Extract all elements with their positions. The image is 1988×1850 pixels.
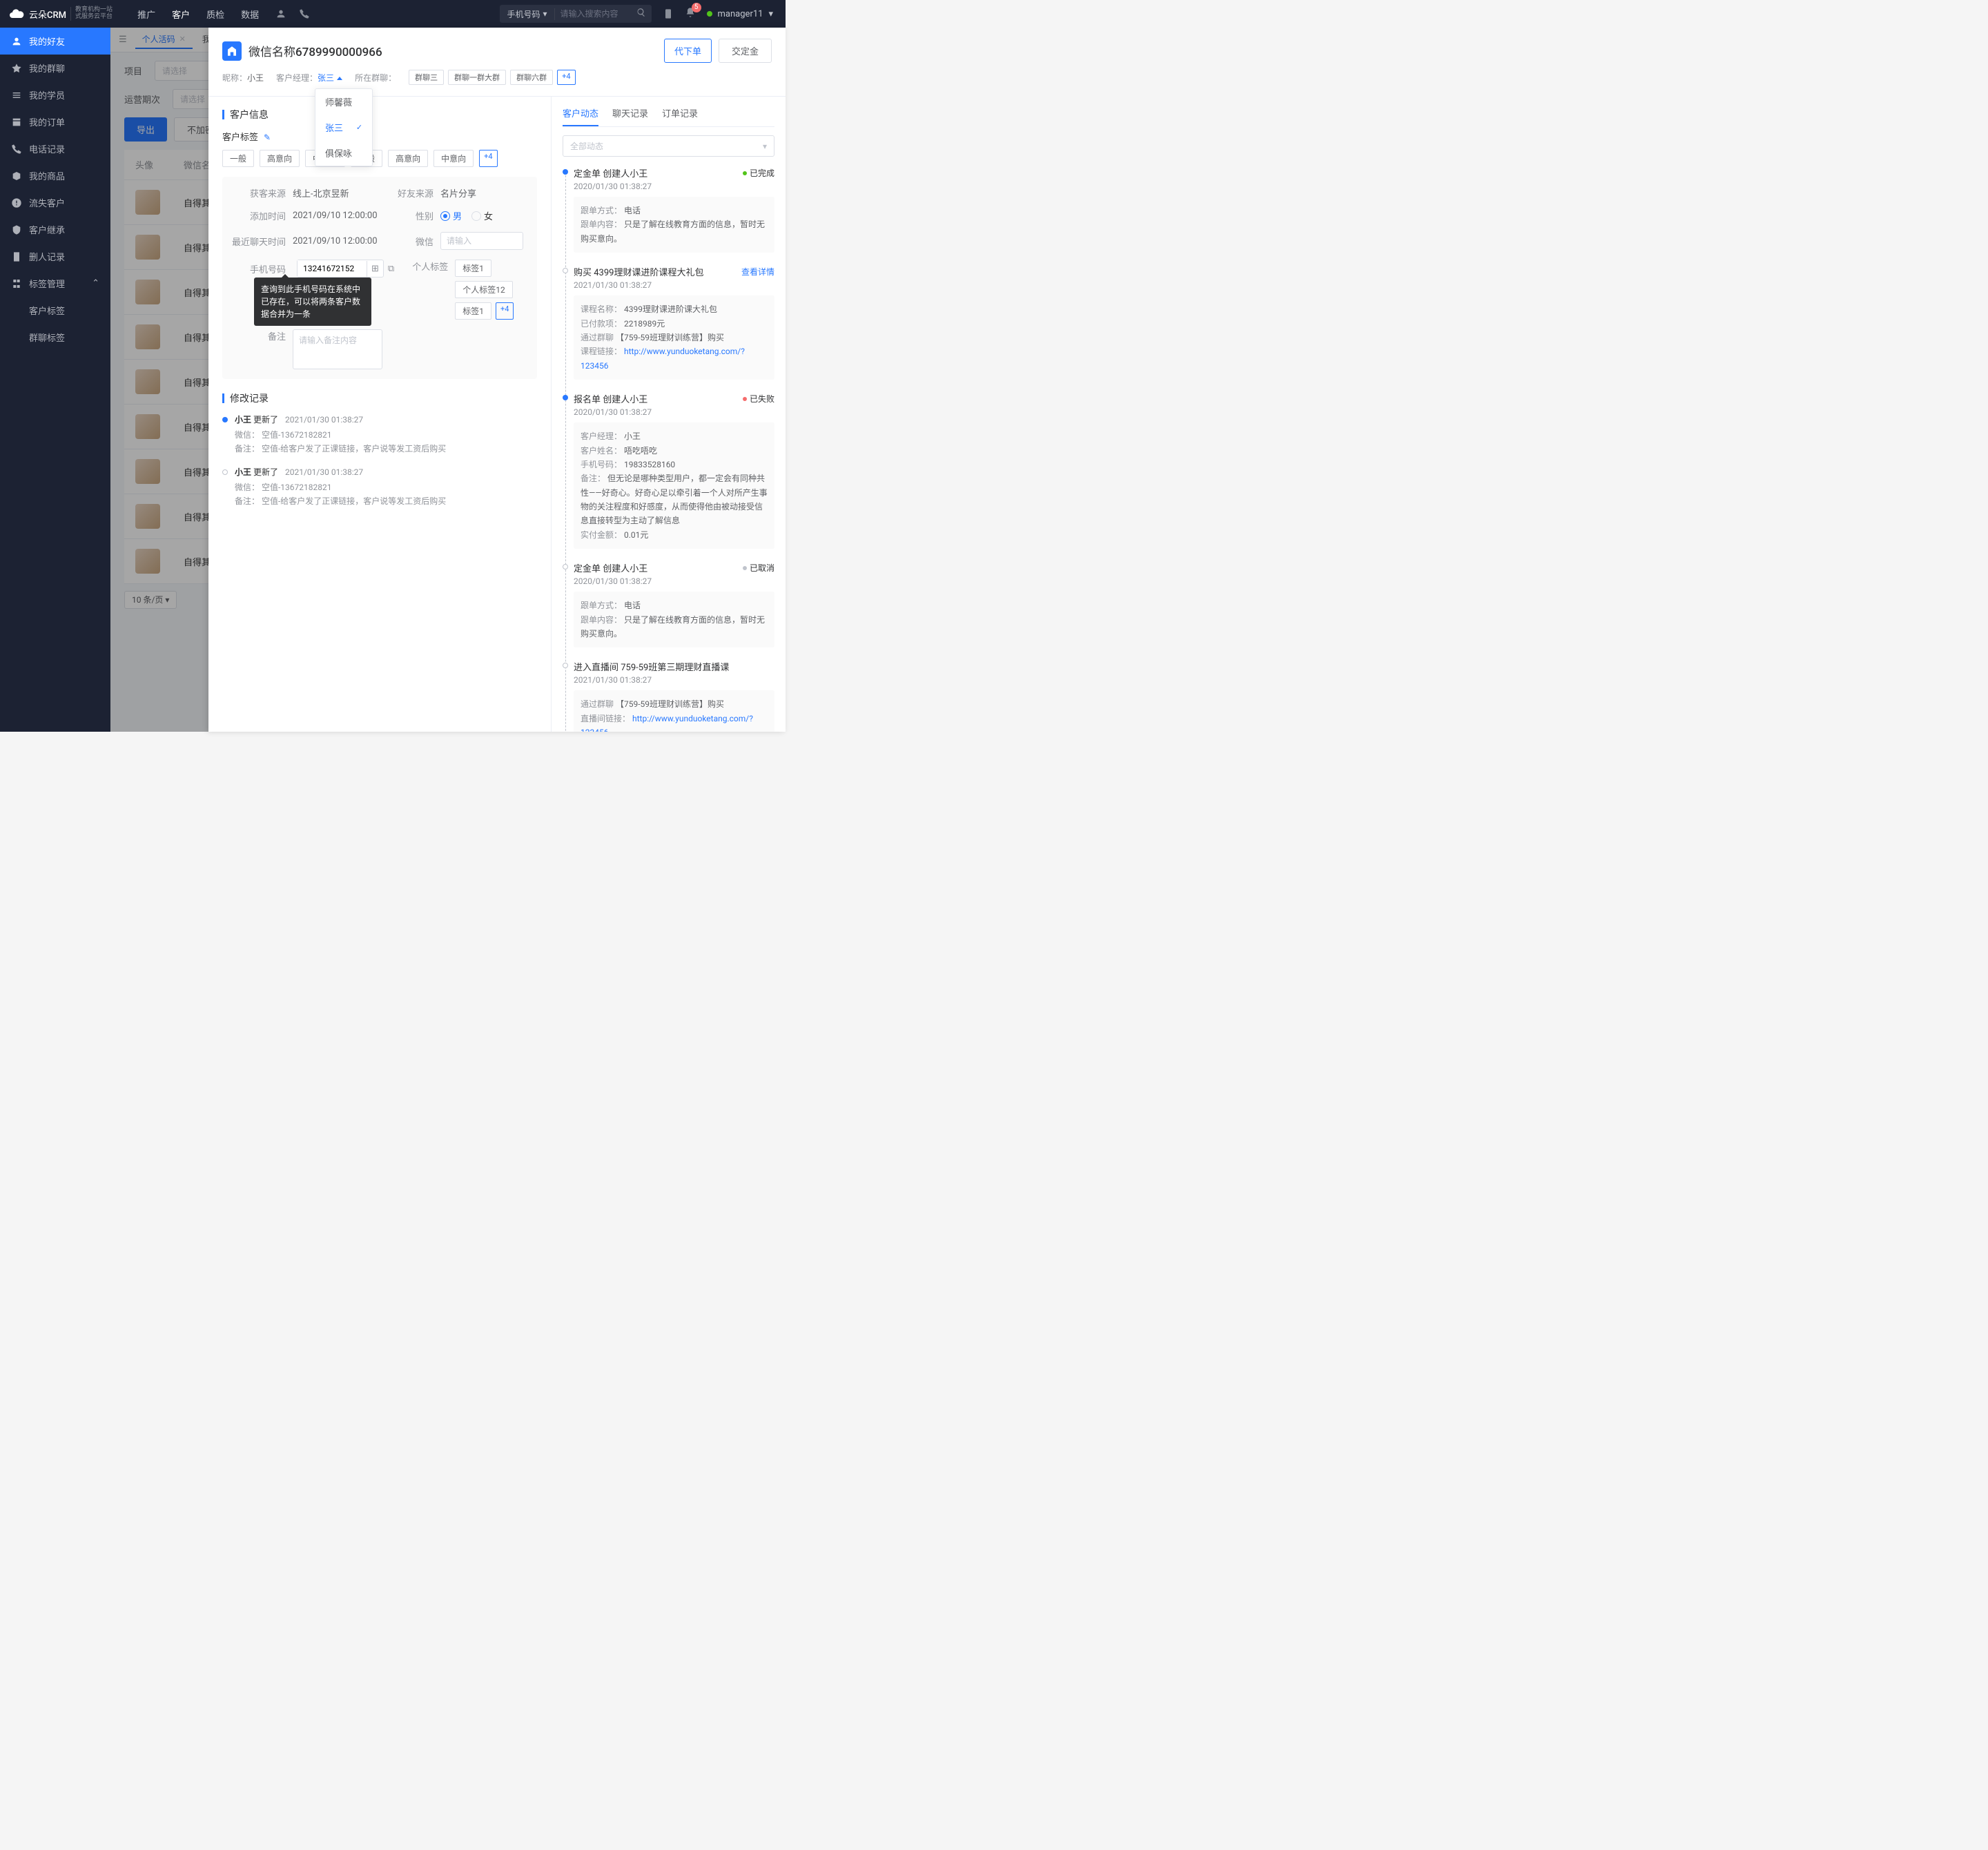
gender-male-radio[interactable]: 男: [440, 209, 462, 222]
activity-filter-select[interactable]: 全部动态▾: [563, 135, 774, 157]
timeline-item: 报名单 创建人小王已失败2020/01/30 01:38:27客户经理： 小王客…: [574, 392, 774, 549]
sidebar-item-1[interactable]: 我的群聊: [0, 55, 110, 81]
group-tag: 群聊三: [409, 70, 444, 85]
phone-icon[interactable]: [299, 8, 310, 19]
group-tag: 群聊一群大群: [448, 70, 506, 85]
notification-badge: 5: [692, 3, 701, 12]
sidebar-item-0[interactable]: 我的好友: [0, 28, 110, 55]
sidebar-sub-1[interactable]: 群聊标签: [0, 324, 110, 351]
timeline-item: 定金单 创建人小王已取消2020/01/30 01:38:27跟单方式： 电话跟…: [574, 561, 774, 648]
order-button[interactable]: 代下单: [664, 39, 712, 63]
search-type-select[interactable]: 手机号码▾: [500, 8, 554, 20]
logo: 云朵CRM 教育机构一站式服务云平台: [0, 6, 121, 22]
more-tags[interactable]: +4: [479, 150, 497, 167]
modlog-item: 小王 更新了2021/01/30 01:38:27微信： 空值-13672182…: [222, 466, 537, 509]
remark-textarea[interactable]: [293, 329, 382, 369]
customer-tag: 高意向: [260, 150, 300, 167]
sidebar-item-8[interactable]: 删人记录: [0, 243, 110, 270]
right-tab-0[interactable]: 客户动态: [563, 106, 598, 126]
view-detail-link[interactable]: 查看详情: [741, 266, 774, 278]
phone-lookup-icon[interactable]: ⊞: [367, 261, 383, 277]
sidebar-item-7[interactable]: 客户继承: [0, 216, 110, 243]
user-menu[interactable]: manager11 ▾: [707, 9, 773, 19]
sidebar-item-6[interactable]: 流失客户: [0, 189, 110, 216]
search-button[interactable]: [631, 8, 652, 20]
timeline-item: 购买 4399理财课进阶课程大礼包查看详情2021/01/30 01:38:27…: [574, 265, 774, 380]
manager-select[interactable]: 张三: [318, 73, 342, 83]
drawer-title: 微信名称6789990000966: [248, 42, 382, 59]
personal-tag: 标签1: [455, 260, 491, 277]
customer-tag: 高意向: [388, 150, 428, 167]
group-tag: 群聊六群: [510, 70, 553, 85]
device-icon[interactable]: [663, 8, 674, 19]
sidebar-item-5[interactable]: 我的商品: [0, 162, 110, 189]
dropdown-option[interactable]: 俱保咏: [315, 140, 372, 166]
nav-customer[interactable]: 客户: [172, 8, 190, 21]
customer-tag: 一般: [222, 150, 254, 167]
company-icon: [222, 41, 242, 61]
tag-label: 客户标签: [222, 133, 258, 143]
sidebar: 我的好友我的群聊我的学员我的订单电话记录我的商品流失客户客户继承删人记录标签管理…: [0, 28, 110, 732]
sidebar-item-2[interactable]: 我的学员: [0, 81, 110, 108]
gender-female-radio[interactable]: 女: [471, 209, 493, 222]
sidebar-item-4[interactable]: 电话记录: [0, 135, 110, 162]
section-mod-log: 修改记录: [230, 391, 269, 405]
status-dot: [707, 11, 712, 17]
notification-icon[interactable]: 5: [685, 7, 696, 21]
personal-tag: 个人标签12: [455, 281, 513, 298]
phone-duplicate-tooltip: 查询到此手机号码在系统中已存在，可以将两条客户数据合并为一条: [254, 278, 371, 326]
customer-tag: 中意向: [433, 150, 474, 167]
customer-drawer: 微信名称6789990000966 代下单 交定金 昵称：小王 客户经理：张三 …: [208, 28, 786, 732]
sidebar-item-3[interactable]: 我的订单: [0, 108, 110, 135]
right-tab-1[interactable]: 聊天记录: [612, 106, 648, 126]
modlog-item: 小王 更新了2021/01/30 01:38:27微信： 空值-13672182…: [222, 413, 537, 456]
search-input[interactable]: [555, 9, 631, 19]
phone-input-group: ⊞: [297, 260, 384, 278]
manager-dropdown: 师馨薇张三✓俱保咏: [315, 88, 373, 166]
wechat-input[interactable]: [440, 232, 523, 250]
timeline-item: 定金单 创建人小王已完成2020/01/30 01:38:27跟单方式： 电话跟…: [574, 166, 774, 253]
copy-icon[interactable]: ⧉: [388, 264, 394, 274]
nav-qc[interactable]: 质检: [206, 8, 224, 21]
dropdown-option[interactable]: 张三✓: [315, 115, 372, 140]
right-tab-2[interactable]: 订单记录: [662, 106, 698, 126]
phone-input[interactable]: [298, 260, 367, 277]
section-customer-info: 客户信息: [230, 108, 269, 121]
cloud-icon: [8, 6, 25, 22]
personal-tag: 标签1: [455, 302, 491, 320]
person-icon[interactable]: [275, 8, 286, 19]
deposit-button[interactable]: 交定金: [719, 39, 772, 63]
top-icons: [275, 8, 310, 19]
nav-promo[interactable]: 推广: [137, 8, 155, 21]
timeline-item: 进入直播间 759-59班第三期理财直播课2021/01/30 01:38:27…: [574, 660, 774, 732]
more-groups[interactable]: +4: [557, 70, 575, 85]
more-ptags[interactable]: +4: [496, 302, 514, 320]
sidebar-item-9[interactable]: 标签管理⌃: [0, 270, 110, 297]
sidebar-sub-0[interactable]: 客户标签: [0, 297, 110, 324]
topbar: 云朵CRM 教育机构一站式服务云平台 推广 客户 质检 数据 手机号码▾ 5 m…: [0, 0, 786, 28]
search-group: 手机号码▾: [500, 5, 651, 23]
edit-tags-icon[interactable]: ✎: [264, 133, 271, 142]
nav-data[interactable]: 数据: [241, 8, 259, 21]
top-nav: 推广 客户 质检 数据: [137, 8, 259, 21]
dropdown-option[interactable]: 师馨薇: [315, 89, 372, 115]
